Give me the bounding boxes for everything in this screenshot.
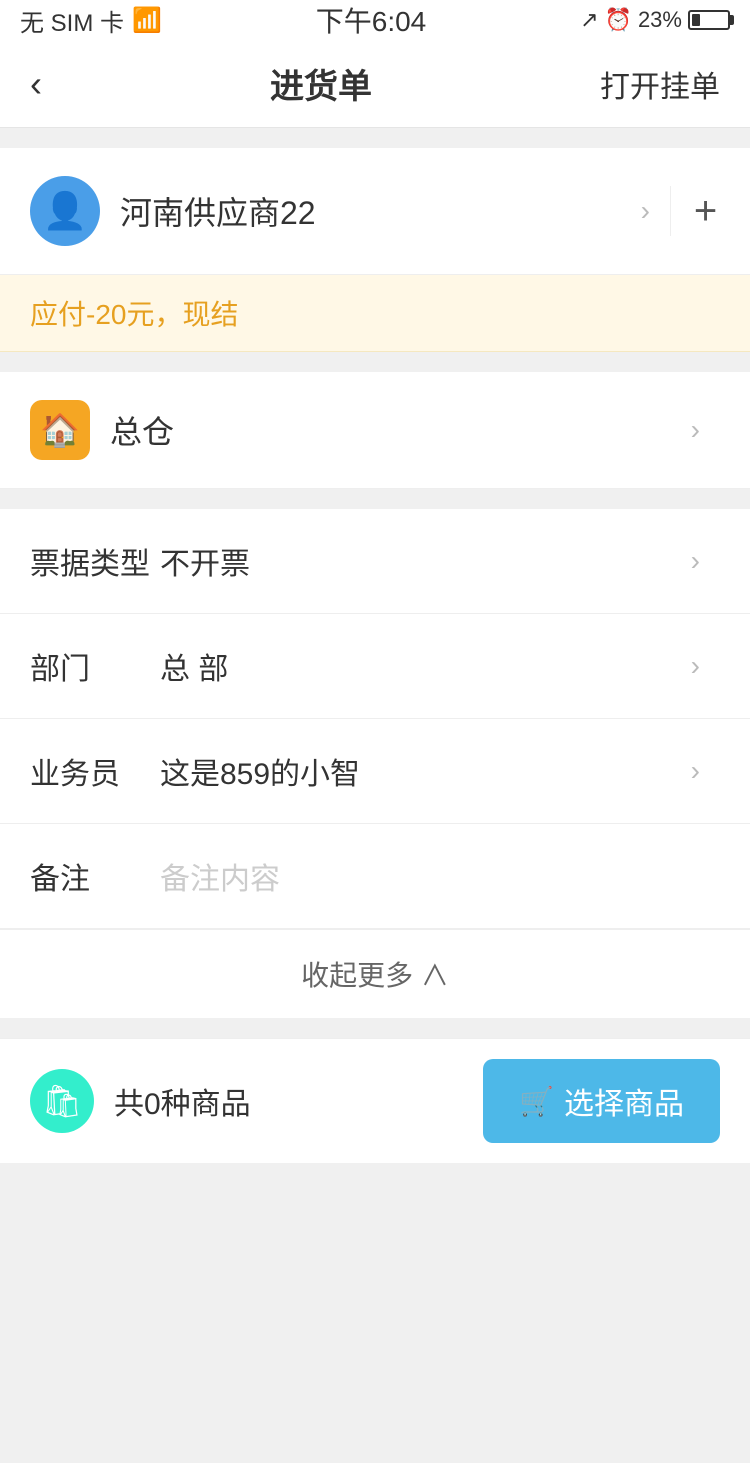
section-divider-2 bbox=[0, 489, 750, 509]
notice-text: 应付-20元，现结 bbox=[30, 299, 238, 330]
open-pending-button[interactable]: 打开挂单 bbox=[600, 62, 720, 106]
page-title: 进货单 bbox=[270, 59, 372, 108]
warehouse-name: 总仓 bbox=[110, 407, 691, 453]
warehouse-row[interactable]: 🏠 总仓 › bbox=[0, 372, 750, 489]
dept-value: 总 部 bbox=[160, 644, 691, 688]
remark-label: 备注 bbox=[30, 854, 160, 898]
back-button[interactable]: ‹ bbox=[30, 63, 42, 105]
sales-value: 这是859的小智 bbox=[160, 749, 691, 793]
remark-row[interactable]: 备注 备注内容 bbox=[0, 824, 750, 929]
invoice-row[interactable]: 票据类型 不开票 › bbox=[0, 509, 750, 614]
sales-label: 业务员 bbox=[30, 749, 160, 793]
supplier-section: 👤 河南供应商22 › + 应付-20元，现结 bbox=[0, 148, 750, 352]
location-icon: ↗ bbox=[580, 7, 598, 33]
wifi-icon: 📶 bbox=[132, 6, 162, 35]
invoice-chevron-icon: › bbox=[691, 545, 700, 577]
section-divider-1 bbox=[0, 352, 750, 372]
form-section: 票据类型 不开票 › 部门 总 部 › 业务员 这是859的小智 › 备注 备注… bbox=[0, 509, 750, 1018]
supplier-row[interactable]: 👤 河南供应商22 › + bbox=[0, 148, 750, 275]
product-bar: 🛍 共0种商品 🛒 选择商品 bbox=[0, 1038, 750, 1163]
warehouse-section: 🏠 总仓 › bbox=[0, 372, 750, 489]
dept-row[interactable]: 部门 总 部 › bbox=[0, 614, 750, 719]
supplier-avatar: 👤 bbox=[30, 176, 100, 246]
top-divider bbox=[0, 128, 750, 148]
status-left: 无 SIM 卡 📶 bbox=[20, 3, 162, 38]
collapse-button[interactable]: 收起更多 ∧ bbox=[0, 929, 750, 1018]
sales-chevron-icon: › bbox=[691, 755, 700, 787]
dept-label: 部门 bbox=[30, 644, 160, 688]
supplier-name: 河南供应商22 bbox=[120, 188, 641, 234]
dept-chevron-icon: › bbox=[691, 650, 700, 682]
battery-percent: 23% bbox=[638, 7, 682, 33]
add-supplier-button[interactable]: + bbox=[670, 186, 720, 236]
select-product-label: 选择商品 bbox=[564, 1079, 684, 1123]
notice-bar: 应付-20元，现结 bbox=[0, 275, 750, 352]
page-background bbox=[0, 1163, 750, 1463]
battery-icon bbox=[688, 10, 730, 30]
section-divider-3 bbox=[0, 1018, 750, 1038]
status-time: 下午6:04 bbox=[316, 0, 427, 40]
status-bar: 无 SIM 卡 📶 下午6:04 ↗ ⏰ 23% bbox=[0, 0, 750, 40]
product-count: 共0种商品 bbox=[114, 1079, 483, 1123]
collapse-label: 收起更多 ∧ bbox=[301, 954, 449, 994]
cart-symbol: 🛍 bbox=[42, 1082, 83, 1120]
avatar-icon: 👤 bbox=[43, 190, 88, 232]
warehouse-icon: 🏠 bbox=[30, 400, 90, 460]
invoice-label: 票据类型 bbox=[30, 539, 160, 583]
select-product-button[interactable]: 🛒 选择商品 bbox=[483, 1059, 720, 1143]
select-product-icon: 🛒 bbox=[519, 1085, 554, 1118]
nav-bar: ‹ 进货单 打开挂单 bbox=[0, 40, 750, 128]
invoice-value: 不开票 bbox=[160, 539, 691, 583]
cart-icon: 🛍 bbox=[30, 1069, 94, 1133]
no-sim-label: 无 SIM 卡 bbox=[20, 3, 124, 38]
alarm-icon: ⏰ bbox=[605, 7, 632, 33]
sales-row[interactable]: 业务员 这是859的小智 › bbox=[0, 719, 750, 824]
status-right: ↗ ⏰ 23% bbox=[580, 7, 730, 33]
remark-input[interactable]: 备注内容 bbox=[160, 854, 720, 898]
supplier-chevron-icon: › bbox=[641, 195, 650, 227]
warehouse-chevron-icon: › bbox=[691, 414, 700, 446]
